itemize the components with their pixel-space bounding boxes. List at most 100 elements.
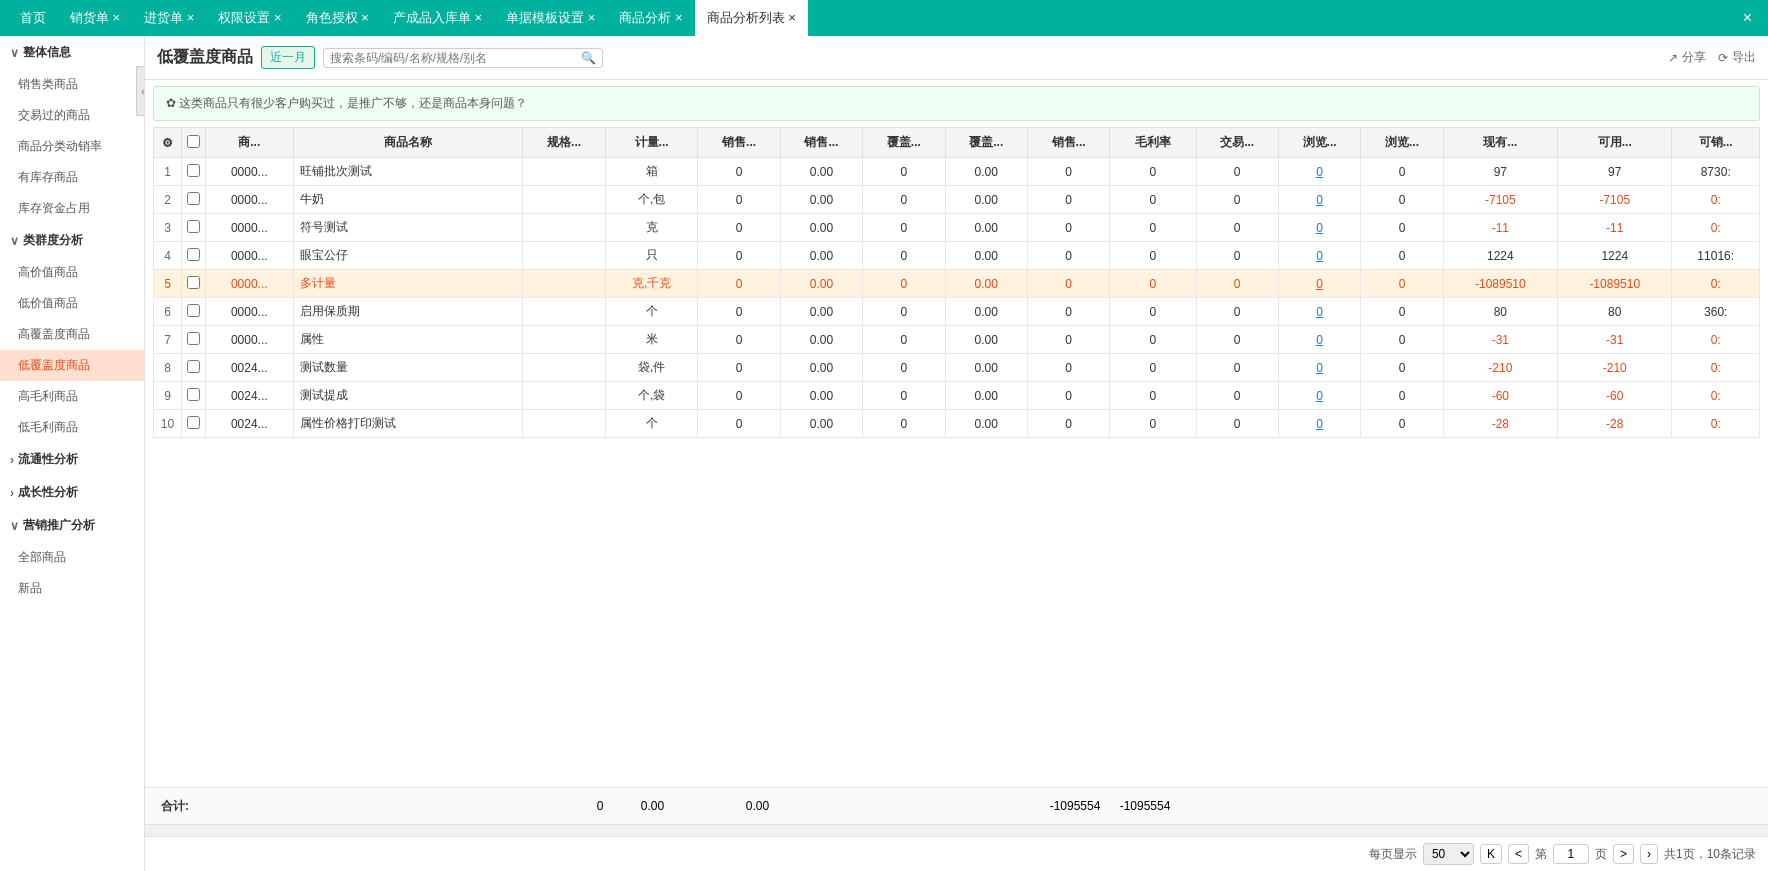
table-container[interactable]: ⚙ 商... 商品名称 规格... 计量... 销售... 销售... 覆盖..… bbox=[153, 127, 1760, 787]
col-cover2: 覆盖... bbox=[945, 128, 1027, 158]
cell-sales-qty: 0 bbox=[698, 270, 780, 298]
first-page-button[interactable]: K bbox=[1480, 844, 1502, 864]
period-button[interactable]: 近一月 bbox=[261, 46, 315, 69]
sidebar-item-low-coverage[interactable]: 低覆盖度商品 bbox=[0, 350, 144, 381]
row-checkbox[interactable] bbox=[187, 388, 200, 401]
sidebar-section-growth[interactable]: › 成长性分析 bbox=[0, 476, 144, 509]
cell-cover2: 0.00 bbox=[945, 410, 1027, 438]
cell-cover1: 0 bbox=[863, 382, 945, 410]
sidebar-item-high-profit[interactable]: 高毛利商品 bbox=[0, 381, 144, 412]
sidebar-item-stock-goods[interactable]: 有库存商品 bbox=[0, 162, 144, 193]
cell-sales-qty: 0 bbox=[698, 214, 780, 242]
cell-view1[interactable]: 0 bbox=[1278, 158, 1360, 186]
cell-code: 0000... bbox=[206, 186, 294, 214]
content-header: 低覆盖度商品 近一月 🔍 ↗ 分享 ⟳ 导出 bbox=[145, 36, 1768, 80]
info-banner: ✿ 这类商品只有很少客户购买过，是推广不够，还是商品本身问题？ bbox=[153, 86, 1760, 121]
cell-view1[interactable]: 0 bbox=[1278, 214, 1360, 242]
cell-checkbox[interactable] bbox=[182, 270, 206, 298]
row-checkbox[interactable] bbox=[187, 304, 200, 317]
next-page-button[interactable]: > bbox=[1613, 844, 1634, 864]
nav-product-analysis[interactable]: 商品分析 × bbox=[607, 0, 694, 36]
cell-view1[interactable]: 0 bbox=[1278, 326, 1360, 354]
cell-view1[interactable]: 0 bbox=[1278, 354, 1360, 382]
sidebar-section-overall[interactable]: ∨ 整体信息 bbox=[0, 36, 144, 69]
row-checkbox[interactable] bbox=[187, 164, 200, 177]
page-size-select[interactable]: 50 100 200 bbox=[1423, 843, 1474, 865]
sidebar-section-marketing[interactable]: ∨ 营销推广分析 bbox=[0, 509, 144, 542]
sidebar-section-circulation[interactable]: › 流通性分析 bbox=[0, 443, 144, 476]
cell-view1[interactable]: 0 bbox=[1278, 410, 1360, 438]
sidebar-item-category-rate[interactable]: 商品分类动销率 bbox=[0, 131, 144, 162]
export-button[interactable]: ⟳ 导出 bbox=[1718, 49, 1756, 66]
nav-home[interactable]: 首页 bbox=[8, 0, 58, 36]
sidebar-section-cluster[interactable]: ∨ 类群度分析 bbox=[0, 224, 144, 257]
table-header-row: ⚙ 商... 商品名称 规格... 计量... 销售... 销售... 覆盖..… bbox=[154, 128, 1760, 158]
cell-view1[interactable]: 0 bbox=[1278, 270, 1360, 298]
col-checkbox[interactable] bbox=[182, 128, 206, 158]
cell-view1[interactable]: 0 bbox=[1278, 242, 1360, 270]
sidebar-item-new-goods[interactable]: 新品 bbox=[0, 573, 144, 604]
cell-checkbox[interactable] bbox=[182, 214, 206, 242]
row-checkbox[interactable] bbox=[187, 276, 200, 289]
nav-product-entry[interactable]: 产成品入库单 × bbox=[381, 0, 494, 36]
search-input[interactable] bbox=[330, 51, 581, 65]
row-checkbox[interactable] bbox=[187, 332, 200, 345]
cell-checkbox[interactable] bbox=[182, 354, 206, 382]
share-button[interactable]: ↗ 分享 bbox=[1668, 49, 1706, 66]
search-icon[interactable]: 🔍 bbox=[581, 51, 596, 65]
col-code: 商... bbox=[206, 128, 294, 158]
last-page-button[interactable]: › bbox=[1640, 844, 1658, 864]
col-settings[interactable]: ⚙ bbox=[154, 128, 182, 158]
cell-unit: 只 bbox=[605, 242, 698, 270]
cell-sellable: 0: bbox=[1672, 186, 1760, 214]
page-number-input[interactable] bbox=[1553, 844, 1589, 864]
sidebar-item-high-value[interactable]: 高价值商品 bbox=[0, 257, 144, 288]
sidebar-item-traded-goods[interactable]: 交易过的商品 bbox=[0, 100, 144, 131]
row-checkbox[interactable] bbox=[187, 416, 200, 429]
row-checkbox[interactable] bbox=[187, 360, 200, 373]
cell-sales-qty: 0 bbox=[698, 242, 780, 270]
sidebar-item-low-value[interactable]: 低价值商品 bbox=[0, 288, 144, 319]
horizontal-scrollbar[interactable] bbox=[145, 824, 1768, 836]
row-checkbox[interactable] bbox=[187, 220, 200, 233]
cell-checkbox[interactable] bbox=[182, 158, 206, 186]
sidebar-item-sales-goods[interactable]: 销售类商品 bbox=[0, 69, 144, 100]
row-checkbox[interactable] bbox=[187, 192, 200, 205]
cell-profit-rate: 0 bbox=[1110, 214, 1196, 242]
sidebar-item-low-profit[interactable]: 低毛利商品 bbox=[0, 412, 144, 443]
select-all-checkbox[interactable] bbox=[187, 135, 200, 148]
cell-unit: 米 bbox=[605, 326, 698, 354]
nav-template-settings[interactable]: 单据模板设置 × bbox=[494, 0, 607, 36]
cell-view1[interactable]: 0 bbox=[1278, 186, 1360, 214]
nav-analysis-list[interactable]: 商品分析列表 × bbox=[695, 0, 808, 36]
nav-permissions[interactable]: 权限设置 × bbox=[206, 0, 293, 36]
row-checkbox[interactable] bbox=[187, 248, 200, 261]
cell-name: 测试提成 bbox=[293, 382, 523, 410]
sidebar-item-stock-capital[interactable]: 库存资金占用 bbox=[0, 193, 144, 224]
cell-sellable: 0: bbox=[1672, 270, 1760, 298]
cell-view1[interactable]: 0 bbox=[1278, 382, 1360, 410]
cell-checkbox[interactable] bbox=[182, 410, 206, 438]
cell-sales3: 0 bbox=[1027, 326, 1109, 354]
nav-role-auth[interactable]: 角色授权 × bbox=[294, 0, 381, 36]
sidebar-section-cluster-label: 类群度分析 bbox=[23, 232, 83, 249]
cell-checkbox[interactable] bbox=[182, 298, 206, 326]
pagination-bar: 每页显示 50 100 200 K < 第 页 > › 共1页，10条记录 bbox=[145, 836, 1768, 871]
sidebar-item-all-goods[interactable]: 全部商品 bbox=[0, 542, 144, 573]
nav-sales-order[interactable]: 销货单 × bbox=[58, 0, 132, 36]
cell-checkbox[interactable] bbox=[182, 242, 206, 270]
cell-view1[interactable]: 0 bbox=[1278, 298, 1360, 326]
cell-num: 4 bbox=[154, 242, 182, 270]
cell-code: 0000... bbox=[206, 158, 294, 186]
sidebar-item-high-coverage[interactable]: 高覆盖度商品 bbox=[0, 319, 144, 350]
cell-checkbox[interactable] bbox=[182, 326, 206, 354]
col-current-stock: 现有... bbox=[1443, 128, 1557, 158]
cell-cover2: 0.00 bbox=[945, 186, 1027, 214]
cell-checkbox[interactable] bbox=[182, 186, 206, 214]
prev-page-button[interactable]: < bbox=[1508, 844, 1529, 864]
close-all-tabs[interactable]: × bbox=[1735, 9, 1760, 27]
main-layout: « ∨ 整体信息 销售类商品 交易过的商品 商品分类动销率 有库存商品 库存资金… bbox=[0, 36, 1768, 871]
cell-checkbox[interactable] bbox=[182, 382, 206, 410]
sidebar-collapse-button[interactable]: « bbox=[136, 66, 145, 116]
nav-purchase-order[interactable]: 进货单 × bbox=[132, 0, 206, 36]
